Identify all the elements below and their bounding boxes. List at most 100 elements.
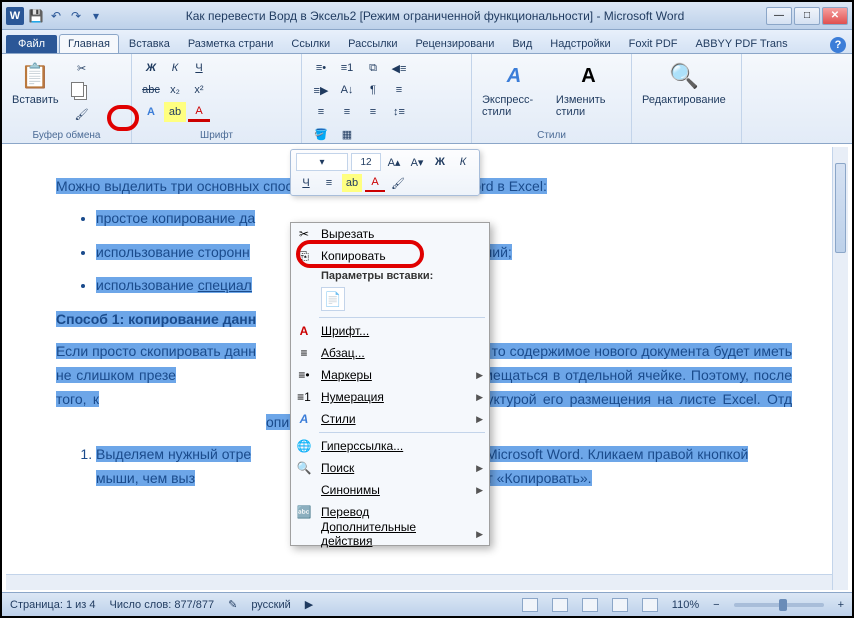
quick-access-toolbar: W 💾 ↶ ↷ ▾ — [6, 7, 104, 25]
mini-font-size[interactable]: 12 — [351, 153, 381, 171]
context-bullets[interactable]: ≡• Маркеры ▶ — [291, 364, 489, 386]
view-print-layout-icon[interactable] — [522, 598, 538, 612]
translate-icon: 🔤 — [295, 503, 313, 521]
show-marks-button[interactable]: ¶ — [362, 80, 384, 100]
tab-layout[interactable]: Разметка страни — [180, 35, 282, 53]
paste-button[interactable]: 📋 Вставить — [10, 58, 61, 108]
editing-button[interactable]: 🔍 Редактирование — [640, 58, 728, 108]
bold-button[interactable]: Ж — [140, 58, 162, 78]
group-paragraph: ≡• ≡1 ⧉ ◀≡ ≡▶ A↓ ¶ ≡ ≡ ≡ ≡ ↕≡ 🪣 ▦ — [302, 54, 472, 143]
format-painter-icon[interactable]: 🖌 — [71, 104, 93, 124]
mini-shrink-font-icon[interactable]: A▾ — [407, 153, 427, 171]
context-paragraph[interactable]: ≡ Абзац... — [291, 342, 489, 364]
horizontal-scrollbar[interactable] — [6, 574, 832, 590]
superscript-button[interactable]: x² — [188, 80, 210, 100]
tab-file[interactable]: Файл — [6, 35, 57, 53]
copy-icon[interactable] — [71, 82, 91, 100]
context-additional[interactable]: Дополнительные действия ▶ — [291, 523, 489, 545]
justify-button[interactable]: ≡ — [362, 102, 384, 122]
context-styles[interactable]: A Стили ▶ — [291, 408, 489, 430]
numbering-button[interactable]: ≡1 — [336, 58, 358, 78]
highlight-button[interactable]: ab — [164, 102, 186, 122]
save-icon[interactable]: 💾 — [28, 8, 44, 24]
decrease-indent-button[interactable]: ◀≡ — [388, 58, 410, 78]
italic-button[interactable]: К — [164, 58, 186, 78]
mini-highlight-button[interactable]: ab — [342, 174, 362, 192]
cut-icon[interactable]: ✂ — [71, 58, 93, 78]
tab-references[interactable]: Ссылки — [283, 35, 338, 53]
context-font[interactable]: A Шрифт... — [291, 320, 489, 342]
status-language[interactable]: русский — [251, 599, 290, 611]
mini-format-painter-icon[interactable]: 🖌 — [388, 174, 408, 192]
cut-icon: ✂ — [295, 225, 313, 243]
view-outline-icon[interactable] — [612, 598, 628, 612]
multilevel-button[interactable]: ⧉ — [362, 58, 384, 78]
doc-bullet-3-link[interactable]: специал — [198, 277, 252, 293]
ribbon-tabs: Файл Главная Вставка Разметка страни Ссы… — [2, 30, 852, 54]
mini-align-center-button[interactable]: ≡ — [319, 174, 339, 192]
zoom-in-button[interactable]: + — [838, 599, 844, 611]
tab-foxit[interactable]: Foxit PDF — [621, 35, 686, 53]
increase-indent-button[interactable]: ≡▶ — [310, 80, 332, 100]
strikethrough-button[interactable]: abc — [140, 80, 162, 100]
context-synonyms[interactable]: Синонимы ▶ — [291, 479, 489, 501]
tab-view[interactable]: Вид — [504, 35, 540, 53]
close-button[interactable]: ✕ — [822, 7, 848, 25]
align-center-button[interactable]: ≡ — [310, 102, 332, 122]
view-web-icon[interactable] — [582, 598, 598, 612]
status-macro-icon[interactable]: ▶ — [305, 598, 313, 611]
line-spacing-button[interactable]: ↕≡ — [388, 102, 410, 122]
font-color-button[interactable]: A — [188, 102, 210, 122]
subscript-button[interactable]: x₂ — [164, 80, 186, 100]
mini-grow-font-icon[interactable]: A▴ — [384, 153, 404, 171]
align-right-button[interactable]: ≡ — [336, 102, 358, 122]
mini-underline-button[interactable]: Ч — [296, 174, 316, 192]
zoom-out-button[interactable]: − — [713, 599, 719, 611]
tab-insert[interactable]: Вставка — [121, 35, 178, 53]
group-clipboard-label: Буфер обмена — [2, 130, 131, 141]
vertical-scrollbar[interactable] — [832, 147, 848, 590]
paste-option-keep-source[interactable]: 📄 — [321, 287, 345, 311]
tab-home[interactable]: Главная — [59, 34, 119, 53]
mini-italic-button[interactable]: К — [453, 153, 473, 171]
group-font: Ж К Ч abc x₂ x² A ab A Шрифт — [132, 54, 302, 143]
context-cut[interactable]: ✂ Вырезать — [291, 223, 489, 245]
align-left-button[interactable]: ≡ — [388, 80, 410, 100]
status-page[interactable]: Страница: 1 из 4 — [10, 599, 96, 611]
mini-bold-button[interactable]: Ж — [430, 153, 450, 171]
quick-styles-button[interactable]: A Экспресс-стили — [480, 58, 548, 120]
borders-button[interactable]: ▦ — [336, 124, 358, 144]
text-effects-button[interactable]: A — [140, 102, 162, 122]
tab-addins[interactable]: Надстройки — [542, 35, 618, 53]
tab-abbyy[interactable]: ABBYY PDF Trans — [688, 35, 796, 53]
zoom-slider[interactable] — [734, 603, 824, 607]
mini-font-color-button[interactable]: A — [365, 174, 385, 192]
sort-button[interactable]: A↓ — [336, 80, 358, 100]
shading-button[interactable]: 🪣 — [310, 124, 332, 144]
separator — [319, 317, 485, 318]
tab-mailings[interactable]: Рассылки — [340, 35, 405, 53]
minimize-button[interactable]: — — [766, 7, 792, 25]
scrollbar-thumb[interactable] — [835, 163, 846, 253]
undo-icon[interactable]: ↶ — [48, 8, 64, 24]
maximize-button[interactable]: □ — [794, 7, 820, 25]
doc-bullet-2: использование сторонн — [96, 244, 250, 260]
qat-more-icon[interactable]: ▾ — [88, 8, 104, 24]
context-search[interactable]: 🔍 Поиск ▶ — [291, 457, 489, 479]
tab-review[interactable]: Рецензировани — [408, 35, 503, 53]
context-hyperlink[interactable]: 🌐 Гиперссылка... — [291, 435, 489, 457]
change-styles-button[interactable]: A Изменить стили — [554, 58, 623, 120]
context-paste-header: Параметры вставки: — [291, 267, 489, 285]
context-numbering[interactable]: ≡1 Нумерация ▶ — [291, 386, 489, 408]
mini-font-name[interactable]: ▾ — [296, 153, 348, 171]
status-words[interactable]: Число слов: 877/877 — [110, 599, 215, 611]
status-spellcheck-icon[interactable]: ✎ — [228, 598, 237, 611]
redo-icon[interactable]: ↷ — [68, 8, 84, 24]
underline-button[interactable]: Ч — [188, 58, 210, 78]
context-copy[interactable]: ⎘ Копировать — [291, 245, 489, 267]
bullets-button[interactable]: ≡• — [310, 58, 332, 78]
help-icon[interactable]: ? — [830, 37, 846, 53]
view-draft-icon[interactable] — [642, 598, 658, 612]
zoom-level[interactable]: 110% — [672, 599, 699, 611]
view-fullscreen-icon[interactable] — [552, 598, 568, 612]
